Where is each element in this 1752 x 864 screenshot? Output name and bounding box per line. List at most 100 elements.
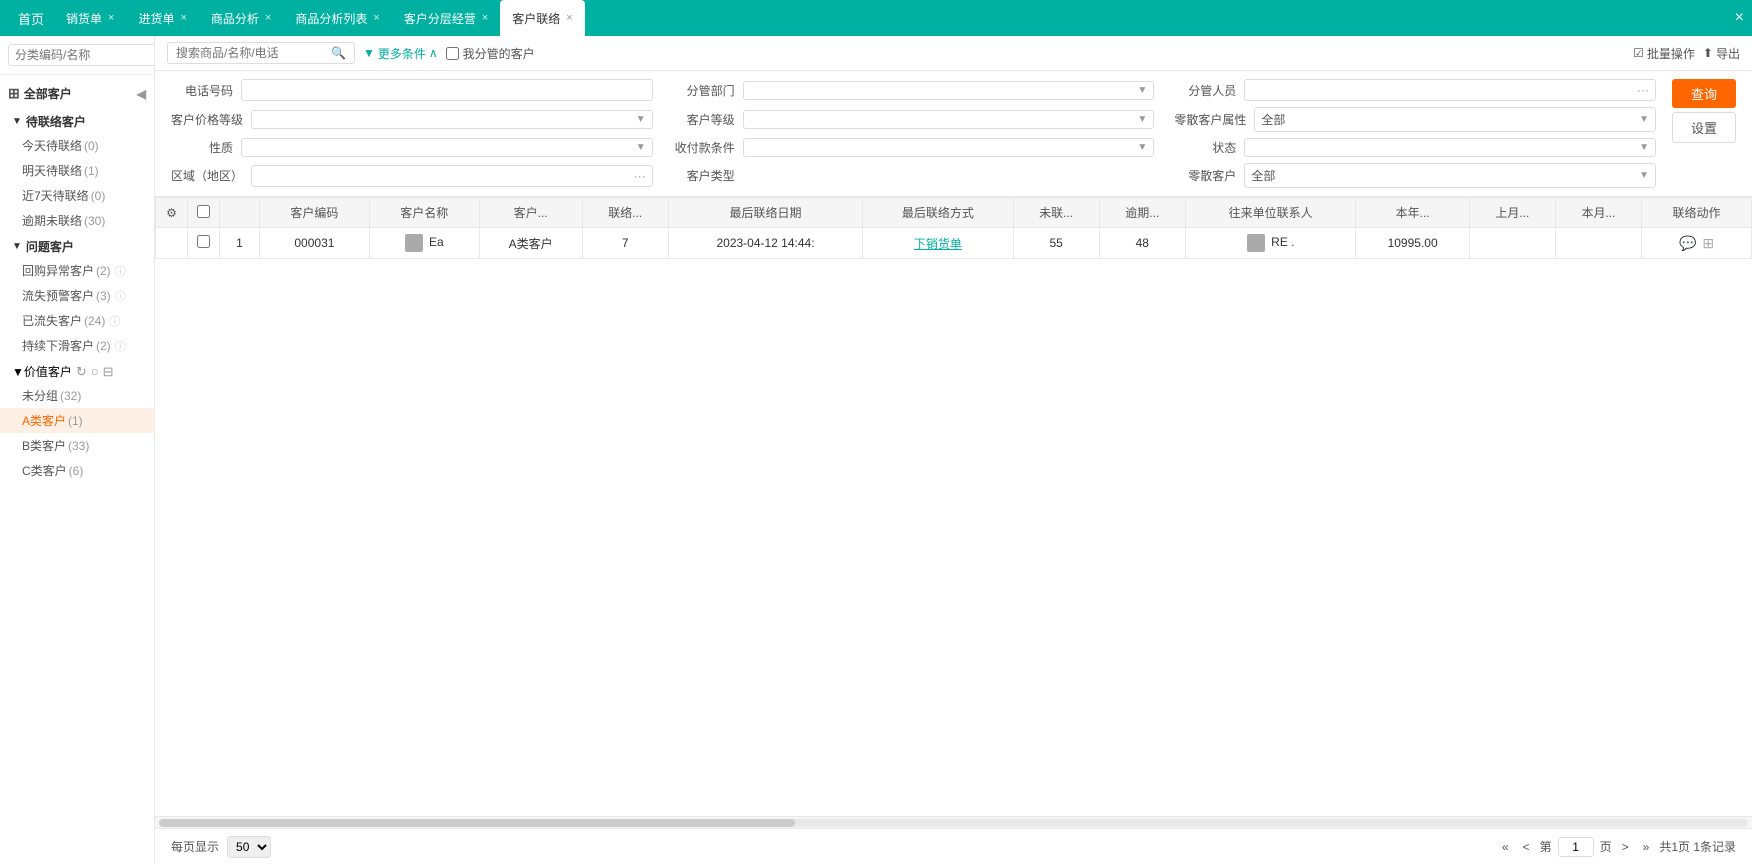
filter-icon: ▼ xyxy=(363,46,375,60)
scroll-track[interactable] xyxy=(159,819,1748,827)
filter-status-select[interactable]: ▼ xyxy=(1244,138,1656,157)
td-this-year: 10995.00 xyxy=(1356,228,1469,259)
filter-price-level: 客户价格等级 ▼ xyxy=(171,110,653,129)
close-window-btn[interactable]: × xyxy=(1735,9,1744,27)
sidebar-item-c-class[interactable]: C类客户 (6) xyxy=(0,458,154,483)
main-search-input[interactable] xyxy=(176,46,331,60)
close-customer-tier[interactable]: × xyxy=(482,12,488,24)
filter-region-select[interactable]: ··· xyxy=(251,165,653,187)
td-last-contact-method[interactable]: 下销货单 xyxy=(863,228,1013,259)
filter-retail-attr-select[interactable]: 全部 ▼ xyxy=(1254,107,1656,132)
filter-panel: 电话号码 分管部门 ▼ xyxy=(155,71,1752,197)
sidebar-item-declining[interactable]: 持续下滑客户 (2) ⓘ xyxy=(0,333,154,358)
my-customers-checkbox-area[interactable]: 我分管的客户 xyxy=(446,45,535,62)
filter-price-level-select[interactable]: ▼ xyxy=(251,110,653,129)
filter-region: 区域（地区） ··· xyxy=(171,165,653,187)
first-page-btn[interactable]: « xyxy=(1498,838,1513,856)
sidebar-item-churned[interactable]: 已流失客户 (24) ⓘ xyxy=(0,308,154,333)
sidebar-collapse-btn[interactable]: ◀ xyxy=(137,87,146,101)
dots-icon-region: ··· xyxy=(634,169,646,183)
add-icon[interactable]: ○ xyxy=(91,364,99,379)
filter-customer-level-select[interactable]: ▼ xyxy=(743,110,1155,129)
th-last-contact-method: 最后联络方式 xyxy=(863,198,1013,228)
footer: 每页显示 50 « < 第 页 > » 共1页 1条记录 xyxy=(155,828,1752,864)
close-purchase-order[interactable]: × xyxy=(180,12,186,24)
filter-dept: 分管部门 ▼ xyxy=(673,81,1155,100)
tab-customer-tier[interactable]: 客户分层经营 × xyxy=(392,0,500,36)
filter-person-select[interactable]: ··· xyxy=(1244,79,1656,101)
chevron-down-icon-retail: ▼ xyxy=(1639,170,1649,181)
next-page-btn[interactable]: > xyxy=(1618,838,1633,856)
th-settings[interactable]: ⚙ xyxy=(156,198,188,228)
sidebar-item-ungroup[interactable]: 未分组 (32) xyxy=(0,383,154,408)
tab-sales-order[interactable]: 销货单 × xyxy=(54,0,126,36)
sidebar-item-7days[interactable]: 近7天待联络 (0) xyxy=(0,183,154,208)
export-btn[interactable]: ⬆ 导出 xyxy=(1703,45,1740,62)
td-check[interactable] xyxy=(188,228,220,259)
sidebar-search-input[interactable] xyxy=(8,44,155,66)
td-no-contact: 55 xyxy=(1013,228,1099,259)
sidebar-item-today[interactable]: 今天待联络 (0) xyxy=(0,133,154,158)
table-row: 1 000031 Ea A类客户 7 2023-04-12 14:44: 下销货… xyxy=(156,228,1752,259)
sidebar-group-pending: ▼ 待联络客户 xyxy=(0,108,154,133)
th-overdue: 逾期... xyxy=(1099,198,1185,228)
batch-op-btn[interactable]: ☑ 批量操作 xyxy=(1633,45,1695,62)
sidebar-item-churn-warning[interactable]: 流失预警客户 (3) ⓘ xyxy=(0,283,154,308)
filter-nature: 性质 ▼ xyxy=(171,138,653,157)
footer-right: « < 第 页 > » 共1页 1条记录 xyxy=(1498,837,1736,857)
prev-page-btn[interactable]: < xyxy=(1519,838,1534,856)
horizontal-scrollbar[interactable] xyxy=(155,816,1752,828)
th-contact: 联络... xyxy=(582,198,668,228)
customer-avatar xyxy=(405,234,423,252)
home-tab[interactable]: 首页 xyxy=(8,0,54,36)
sidebar-item-repeat-abnormal[interactable]: 回购异常客户 (2) ⓘ xyxy=(0,258,154,283)
th-this-year: 本年... xyxy=(1356,198,1469,228)
td-name: Ea xyxy=(369,228,479,259)
close-customer-contact[interactable]: × xyxy=(566,12,572,24)
row-checkbox[interactable] xyxy=(197,235,210,248)
tab-product-analysis[interactable]: 商品分析 × xyxy=(199,0,283,36)
close-product-analysis[interactable]: × xyxy=(265,12,271,24)
close-sales-order[interactable]: × xyxy=(108,12,114,24)
sidebar-item-tomorrow[interactable]: 明天待联络 (1) xyxy=(0,158,154,183)
filter-payment: 收付款条件 ▼ xyxy=(673,138,1155,157)
sidebar: 🔍 ⊞ 全部客户 ◀ ▼ 待联络客户 今天待联络 (0) 明天待 xyxy=(0,36,155,864)
filter-phone-input[interactable] xyxy=(241,79,653,101)
th-check[interactable] xyxy=(188,198,220,228)
settings-icon[interactable]: ⊟ xyxy=(103,364,114,380)
top-nav: 首页 销货单 × 进货单 × 商品分析 × 商品分析列表 × 客户分层经营 × … xyxy=(0,0,1752,36)
sidebar-item-a-class[interactable]: A类客户 (1) xyxy=(0,408,154,433)
query-button[interactable]: 查询 xyxy=(1672,79,1736,108)
export-icon: ⬆ xyxy=(1703,46,1713,60)
last-page-btn[interactable]: » xyxy=(1639,838,1654,856)
sidebar-item-overdue[interactable]: 逾期未联络 (30) xyxy=(0,208,154,233)
tab-customer-contact[interactable]: 客户联络 × xyxy=(500,0,584,36)
page-number-input[interactable] xyxy=(1558,837,1594,857)
contact-method-link[interactable]: 下销货单 xyxy=(914,237,962,251)
all-customers-header[interactable]: ⊞ 全部客户 ◀ xyxy=(0,79,154,108)
tab-product-analysis-list[interactable]: 商品分析列表 × xyxy=(283,0,391,36)
filter-retail-customer-select[interactable]: 全部 ▼ xyxy=(1244,163,1656,188)
tab-purchase-order[interactable]: 进货单 × xyxy=(126,0,198,36)
sidebar-item-b-class[interactable]: B类客户 (33) xyxy=(0,433,154,458)
settings-button[interactable]: 设置 xyxy=(1672,112,1736,143)
filter-nature-select[interactable]: ▼ xyxy=(241,138,653,157)
th-last-contact-date: 最后联络日期 xyxy=(668,198,862,228)
per-page-select[interactable]: 50 xyxy=(227,836,271,858)
th-unit-contact: 往来单位联系人 xyxy=(1185,198,1356,228)
qr-icon[interactable]: ⊞ xyxy=(1702,235,1714,252)
filter-dept-select[interactable]: ▼ xyxy=(743,81,1155,100)
close-product-analysis-list[interactable]: × xyxy=(373,12,379,24)
more-filter-btn[interactable]: ▼ 更多条件 ∧ xyxy=(363,45,438,62)
chevron-down-icon-nature: ▼ xyxy=(636,142,646,153)
main-search-icon[interactable]: 🔍 xyxy=(331,46,346,60)
total-info: 共1页 1条记录 xyxy=(1659,838,1736,855)
filter-payment-select[interactable]: ▼ xyxy=(743,138,1155,157)
app-root: 首页 销货单 × 进货单 × 商品分析 × 商品分析列表 × 客户分层经营 × … xyxy=(0,0,1752,864)
scroll-thumb[interactable] xyxy=(159,819,795,827)
my-customers-checkbox[interactable] xyxy=(446,47,459,60)
refresh-icon[interactable]: ↻ xyxy=(76,364,87,380)
main-layout: 🔍 ⊞ 全部客户 ◀ ▼ 待联络客户 今天待联络 (0) 明天待 xyxy=(0,36,1752,864)
chat-icon[interactable]: 💬 xyxy=(1679,235,1696,252)
select-all-checkbox[interactable] xyxy=(197,205,210,218)
